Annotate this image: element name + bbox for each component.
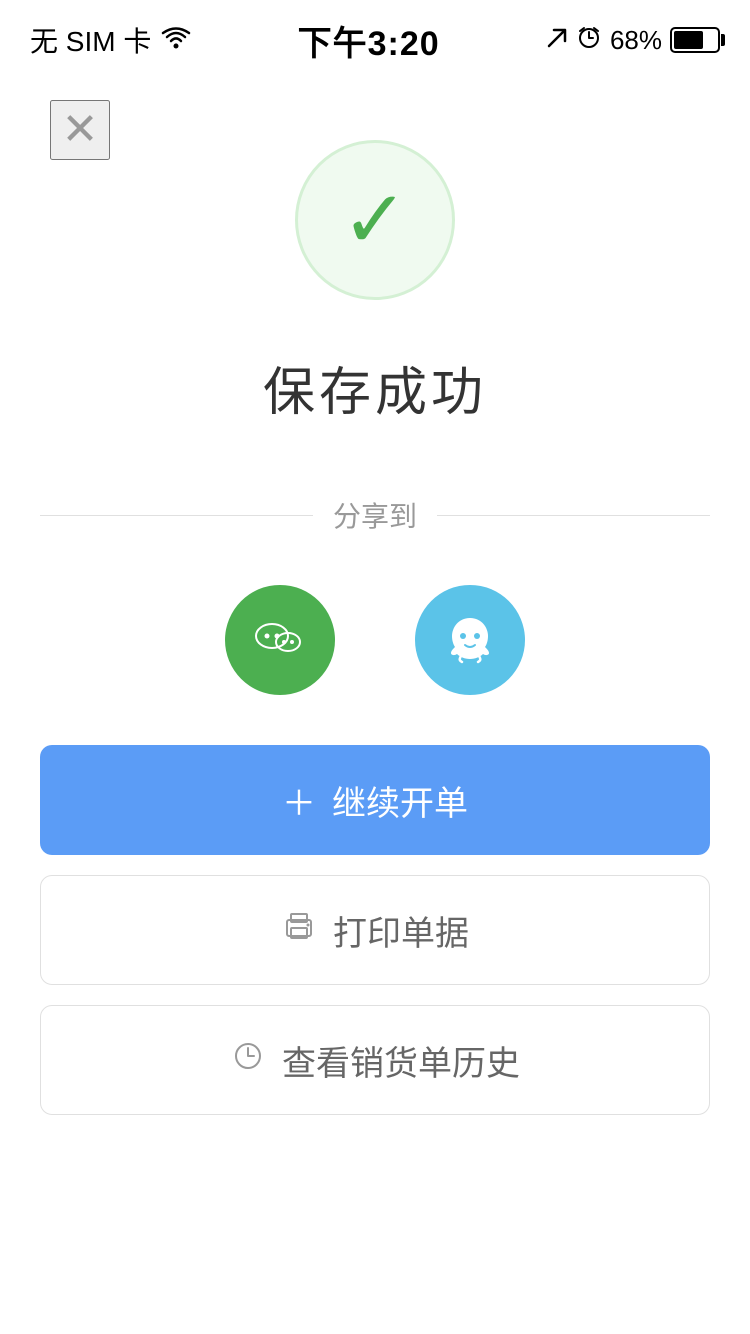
battery-percent: 68% <box>610 25 662 56</box>
qq-icon <box>440 610 500 670</box>
battery-icon <box>670 27 720 53</box>
continue-button[interactable]: ＋ 继续开单 <box>40 745 710 855</box>
success-circle: ✓ <box>295 140 455 300</box>
print-button-label: 打印单据 <box>333 906 469 955</box>
print-icon <box>281 908 317 953</box>
share-section: 分享到 <box>0 495 750 695</box>
close-button[interactable]: ✕ <box>50 100 110 160</box>
checkmark-icon: ✓ <box>341 180 408 260</box>
alarm-icon <box>576 24 602 57</box>
main-content: ✓ 保存成功 分享到 <box>0 80 750 1115</box>
location-icon <box>546 25 568 56</box>
history-button-label: 查看销货单历史 <box>282 1036 520 1085</box>
carrier-text: 无 SIM 卡 <box>30 20 151 60</box>
history-icon <box>230 1038 266 1083</box>
history-button[interactable]: 查看销货单历史 <box>40 1005 710 1115</box>
share-divider: 分享到 <box>40 495 710 535</box>
continue-button-label: 继续开单 <box>332 776 468 825</box>
action-buttons: ＋ 继续开单 打印单据 查看销货单历史 <box>0 745 750 1115</box>
status-time: 下午3:20 <box>298 16 440 65</box>
success-title: 保存成功 <box>263 350 487 425</box>
status-right: 68% <box>546 24 720 57</box>
wechat-icon <box>248 608 312 672</box>
status-bar: 无 SIM 卡 下午3:20 68% <box>0 0 750 80</box>
share-icons-container <box>40 585 710 695</box>
close-icon: ✕ <box>62 108 99 152</box>
wechat-share-button[interactable] <box>225 585 335 695</box>
divider-line-right <box>437 515 710 516</box>
divider-line-left <box>40 515 313 516</box>
print-button[interactable]: 打印单据 <box>40 875 710 985</box>
qq-share-button[interactable] <box>415 585 525 695</box>
wifi-icon <box>161 24 191 56</box>
share-label: 分享到 <box>313 495 437 535</box>
status-left: 无 SIM 卡 <box>30 20 191 60</box>
plus-icon: ＋ <box>282 776 316 825</box>
